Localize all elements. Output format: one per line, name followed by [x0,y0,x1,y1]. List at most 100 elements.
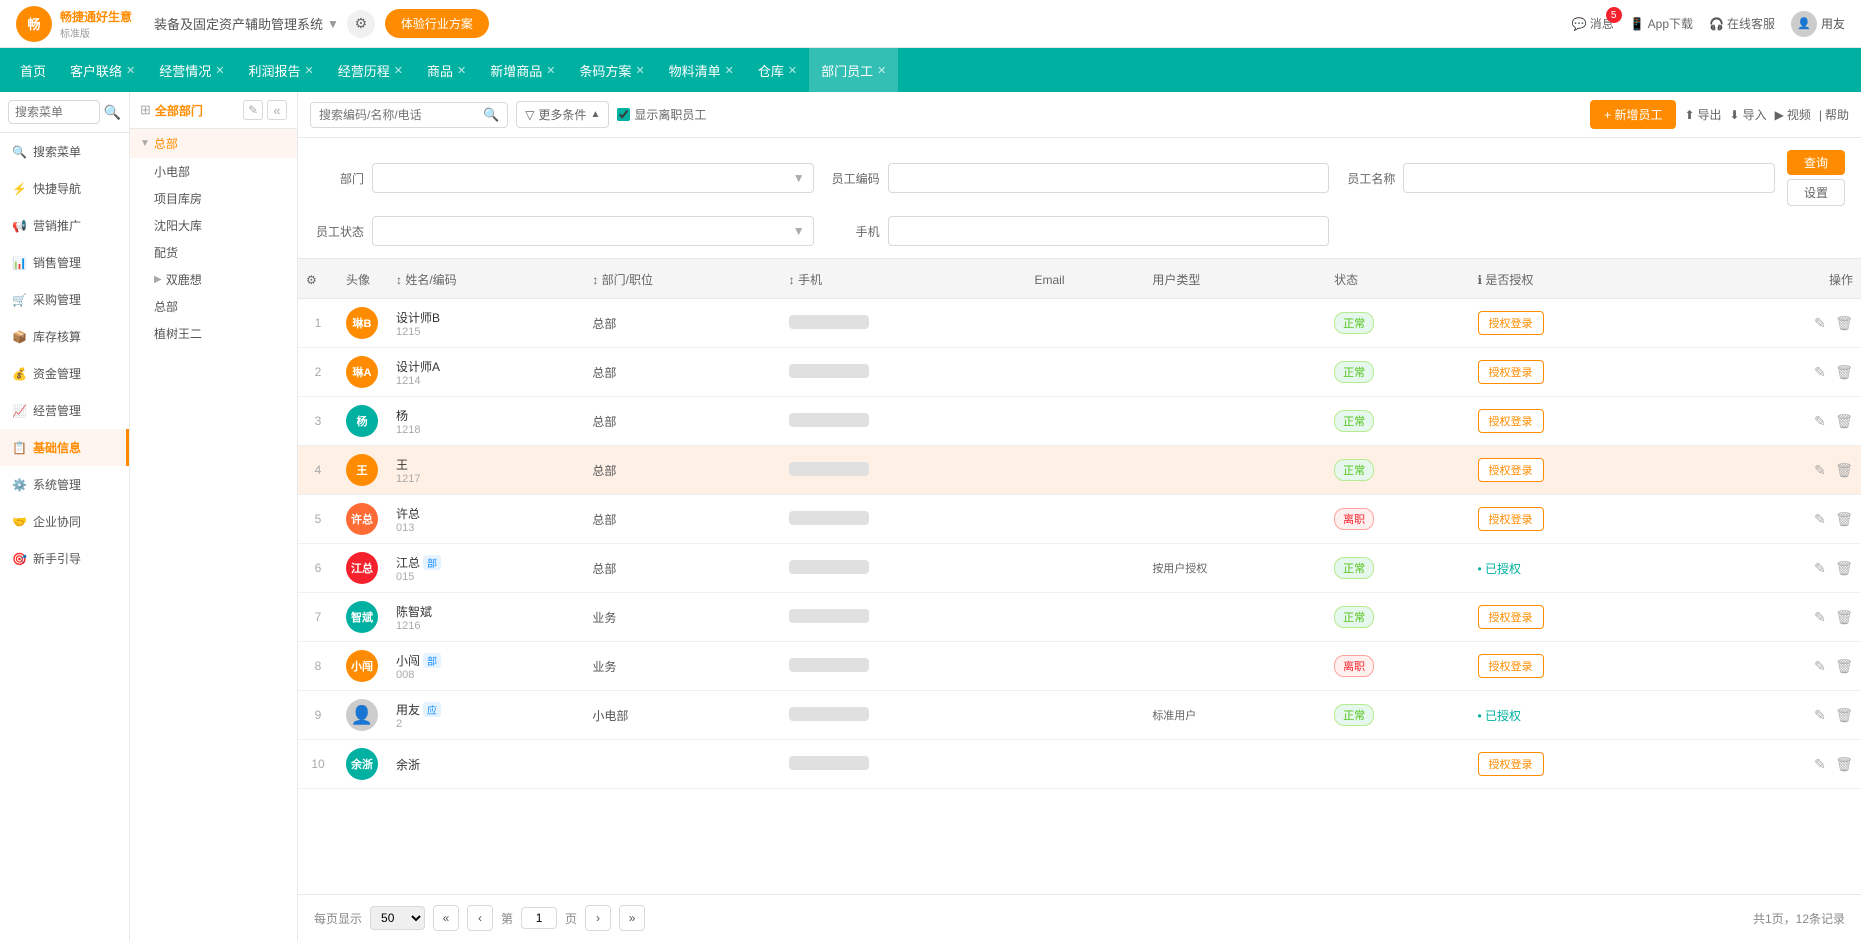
edit-icon[interactable]: ✎ [1814,707,1826,723]
delete-icon[interactable]: 🗑 [1835,511,1853,527]
tab-add-goods[interactable]: 新增商品✕ [478,48,567,92]
search-input[interactable] [319,108,479,122]
show-resigned-checkbox[interactable] [617,108,630,121]
add-employee-btn[interactable]: + 新增员工 [1590,100,1676,129]
page-input[interactable] [521,907,557,929]
tree-node-root[interactable]: ▼ 总部 [130,129,297,158]
auth-login-btn[interactable]: 授权登录 [1478,507,1544,531]
sidebar-item-quick-nav[interactable]: ⚡快捷导航 [0,170,129,207]
online-service-btn[interactable]: 🎧 在线客服 [1709,15,1775,32]
sidebar-item-inventory[interactable]: 📦库存核算 [0,318,129,355]
message-btn[interactable]: 💬 消息 5 [1572,15,1614,32]
more-filter-btn[interactable]: ▽ 更多条件 ▲ [516,101,609,128]
auth-login-btn[interactable]: 授权登录 [1478,752,1544,776]
export-btn[interactable]: ⬆ 导出 [1684,106,1721,123]
sidebar-search-input[interactable] [8,100,100,124]
close-icon[interactable]: ✕ [788,64,797,77]
tree-node-zongbu[interactable]: 总部 [130,293,297,320]
close-icon[interactable]: ✕ [877,64,886,77]
tab-profit[interactable]: 利润报告✕ [236,48,325,92]
user-area[interactable]: 👤 用友 [1791,11,1845,37]
sidebar-item-purchase[interactable]: 🛒采购管理 [0,281,129,318]
edit-icon[interactable]: ✎ [1814,609,1826,625]
edit-icon[interactable]: ✎ [1814,462,1826,478]
delete-icon[interactable]: 🗑 [1835,756,1853,772]
tab-bom[interactable]: 物料清单✕ [657,48,746,92]
last-page-btn[interactable]: » [619,905,645,931]
edit-icon[interactable]: ✎ [1814,560,1826,576]
close-icon[interactable]: ✕ [546,64,555,77]
filter-empname-input[interactable] [1403,163,1775,193]
search-btn-icon[interactable]: 🔍 [483,107,499,123]
trial-btn[interactable]: 体验行业方案 [385,9,489,38]
edit-dept-btn[interactable]: ✎ [243,100,263,120]
next-page-btn[interactable]: › [585,905,611,931]
per-page-select[interactable]: 50 100 200 [370,906,425,930]
gear-btn[interactable]: ⚙ [347,10,375,38]
close-icon[interactable]: ✕ [126,64,135,77]
collapse-panel-btn[interactable]: « [267,100,287,120]
delete-icon[interactable]: 🗑 [1835,707,1853,723]
sidebar-item-sales[interactable]: 📊销售管理 [0,244,129,281]
sidebar-item-basic-info[interactable]: 📋基础信息 [0,429,129,466]
show-resigned-label[interactable]: 显示离职员工 [617,106,706,123]
tab-goods[interactable]: 商品✕ [415,48,478,92]
close-icon[interactable]: ✕ [394,64,403,77]
sidebar-item-operation[interactable]: 📈经营管理 [0,392,129,429]
delete-icon[interactable]: 🗑 [1835,609,1853,625]
auth-login-btn[interactable]: 授权登录 [1478,360,1544,384]
sidebar-item-marketing[interactable]: 📢营销推广 [0,207,129,244]
close-icon[interactable]: ✕ [215,64,224,77]
auth-login-btn[interactable]: 授权登录 [1478,311,1544,335]
close-icon[interactable]: ✕ [305,64,314,77]
close-icon[interactable]: ✕ [725,64,734,77]
tree-node-project-store[interactable]: 项目库房 [130,185,297,212]
prev-page-btn[interactable]: ‹ [467,905,493,931]
col-name[interactable]: ↕ 姓名/编码 [388,261,584,299]
auth-login-btn[interactable]: 授权登录 [1478,654,1544,678]
col-phone[interactable]: ↕ 手机 [781,261,1027,299]
filter-dept-select[interactable]: ▼ [372,163,814,193]
sidebar-item-system[interactable]: ⚙️系统管理 [0,466,129,503]
tab-barcode[interactable]: 条码方案✕ [567,48,656,92]
col-auth[interactable]: ℹ 是否授权 [1470,261,1680,299]
delete-icon[interactable]: 🗑 [1835,462,1853,478]
help-btn[interactable]: | 帮助 [1819,106,1849,123]
tree-node-peihuo[interactable]: 配货 [130,239,297,266]
close-icon[interactable]: ✕ [635,64,644,77]
edit-icon[interactable]: ✎ [1814,511,1826,527]
edit-icon[interactable]: ✎ [1814,364,1826,380]
video-btn[interactable]: ▶ 视频 [1775,106,1811,123]
tree-node-shenyang[interactable]: 沈阳大库 [130,212,297,239]
edit-icon[interactable]: ✎ [1814,756,1826,772]
tab-dept-staff[interactable]: 部门员工✕ [809,48,898,92]
delete-icon[interactable]: 🗑 [1835,364,1853,380]
auth-login-btn[interactable]: 授权登录 [1478,409,1544,433]
tab-history[interactable]: 经营历程✕ [326,48,415,92]
tree-node-shuanglu[interactable]: ▶ 双鹿想 [130,266,297,293]
filter-status-select[interactable]: ▼ [372,216,814,246]
sidebar-item-collab[interactable]: 🤝企业协同 [0,503,129,540]
sidebar-item-search[interactable]: 🔍搜索菜单 [0,133,129,170]
sidebar-item-guide[interactable]: 🎯新手引导 [0,540,129,577]
reset-btn[interactable]: 设置 [1787,179,1845,206]
sidebar-item-finance[interactable]: 💰资金管理 [0,355,129,392]
tab-operation-status[interactable]: 经营情况✕ [147,48,236,92]
import-btn[interactable]: ⬇ 导入 [1730,106,1767,123]
delete-icon[interactable]: 🗑 [1835,315,1853,331]
edit-icon[interactable]: ✎ [1814,413,1826,429]
app-download-btn[interactable]: 📱 App下载 [1630,15,1693,32]
delete-icon[interactable]: 🗑 [1835,413,1853,429]
all-dept-label[interactable]: 全部部门 [155,102,239,119]
query-btn[interactable]: 查询 [1787,150,1845,175]
tab-home[interactable]: 首页 [8,48,58,92]
delete-icon[interactable]: 🗑 [1835,658,1853,674]
first-page-btn[interactable]: « [433,905,459,931]
edit-icon[interactable]: ✎ [1814,658,1826,674]
filter-empcode-input[interactable] [888,163,1330,193]
filter-phone-input[interactable] [888,216,1330,246]
delete-icon[interactable]: 🗑 [1835,560,1853,576]
tab-customer[interactable]: 客户联络✕ [58,48,147,92]
close-icon[interactable]: ✕ [457,64,466,77]
col-settings[interactable]: ⚙ [298,261,338,299]
